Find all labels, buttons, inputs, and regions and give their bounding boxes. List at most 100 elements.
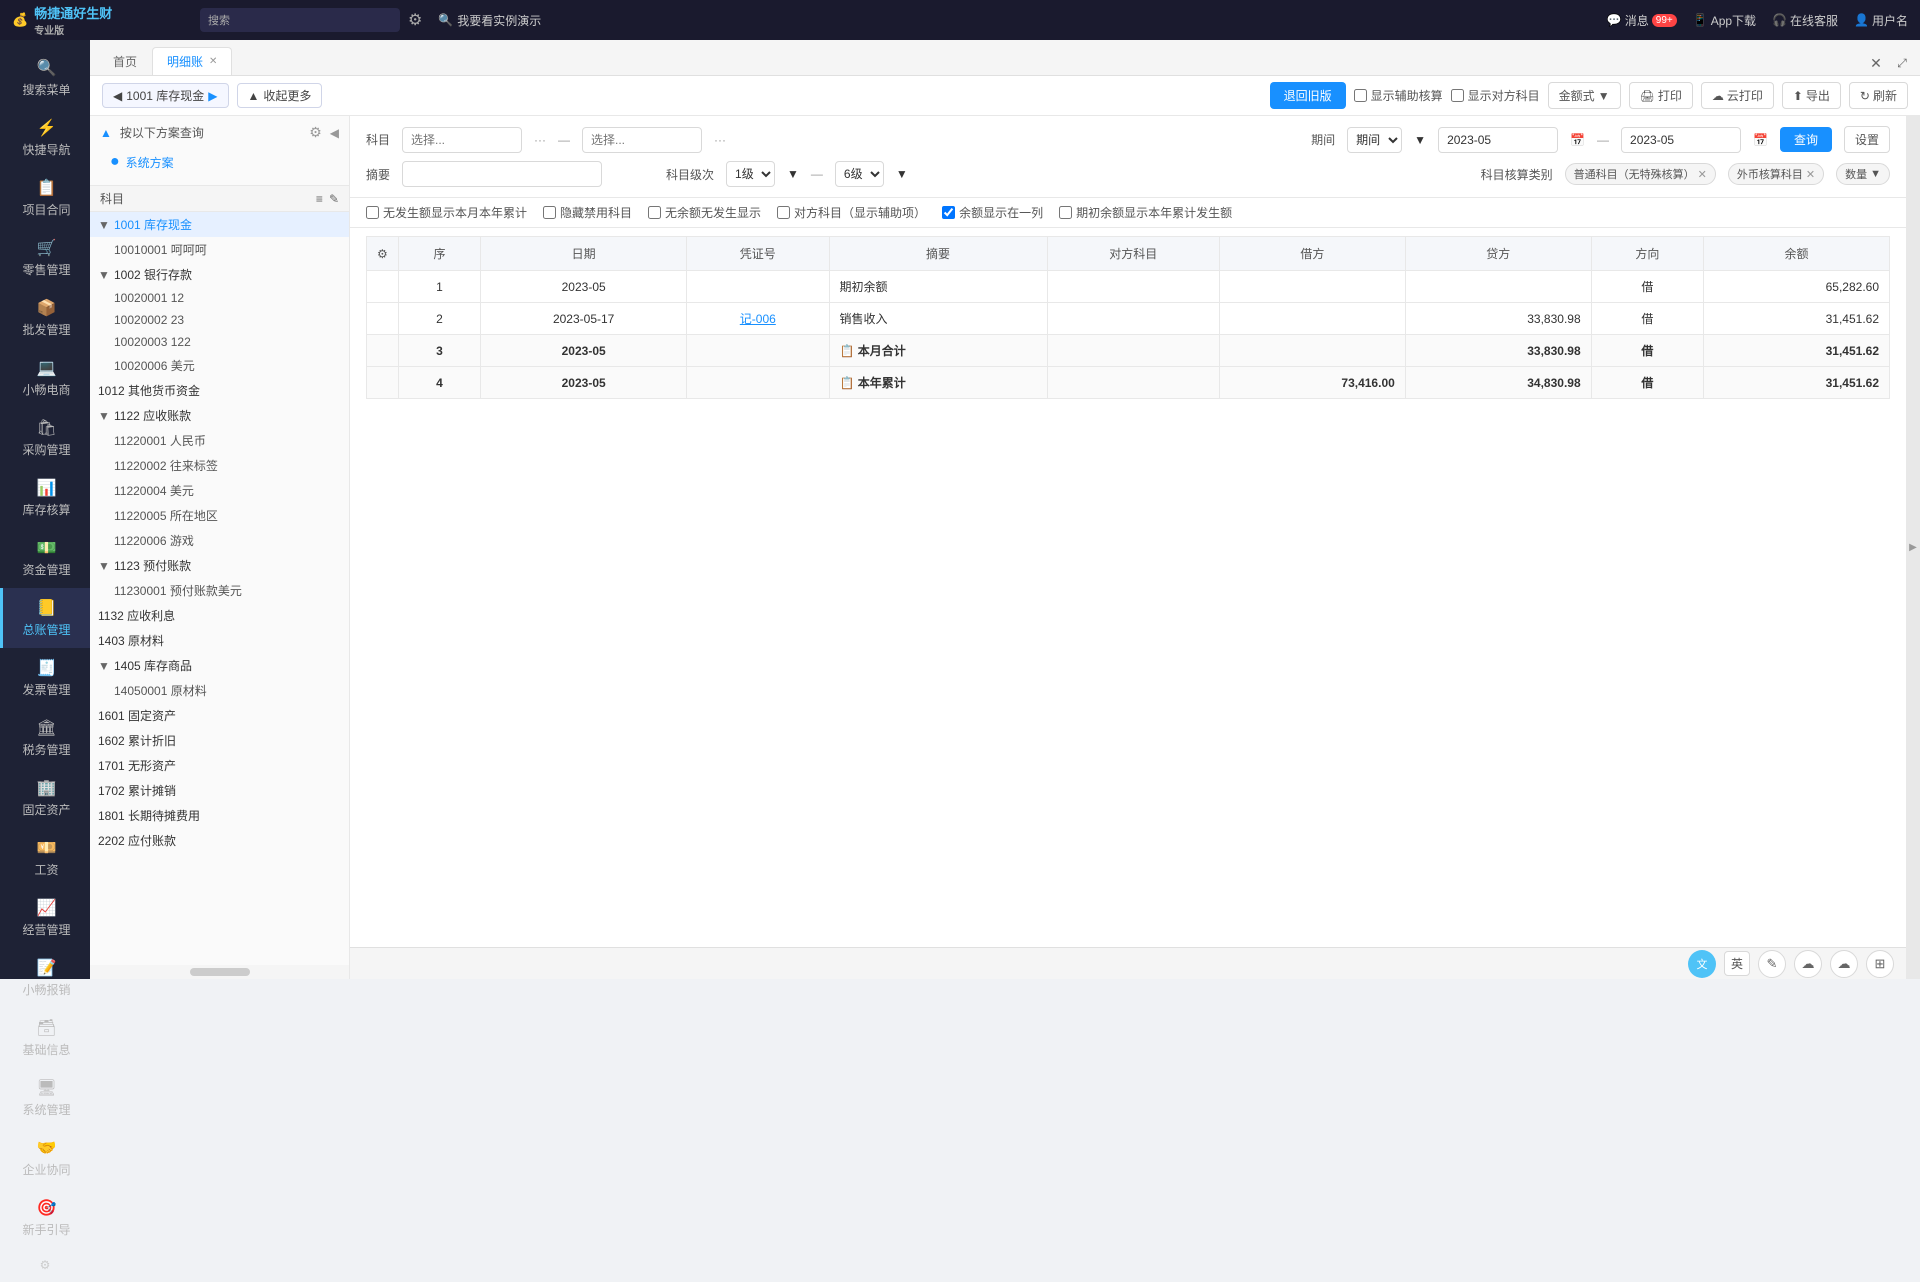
- tree-item-11220005[interactable]: 11220005 所在地区: [90, 503, 349, 528]
- cb-opening-balance[interactable]: 期初余额显示本年累计发生额: [1059, 204, 1232, 221]
- row-voucher-link[interactable]: 记-006: [687, 303, 829, 335]
- show-opposite-checkbox[interactable]: [1451, 89, 1464, 102]
- calendar-to-icon[interactable]: 📅: [1753, 133, 1768, 147]
- sidebar-item-invoice[interactable]: 🧾 发票管理: [0, 648, 90, 708]
- panel-expand-btn[interactable]: ⤢: [1892, 53, 1912, 73]
- tag-close-1[interactable]: ✕: [1698, 168, 1707, 181]
- tree-item-1601[interactable]: 1601 固定资产: [90, 703, 349, 728]
- sidebar-item-basic[interactable]: 🗃 基础信息: [0, 1008, 90, 1068]
- translate-btn[interactable]: 文: [1688, 950, 1716, 978]
- tree-item-1702[interactable]: 1702 累计摊销: [90, 778, 349, 803]
- print-btn[interactable]: 🖨 打印: [1629, 82, 1693, 109]
- tree-item-1701[interactable]: 1701 无形资产: [90, 753, 349, 778]
- settings-btn[interactable]: 设置: [1844, 126, 1890, 153]
- lang-switcher[interactable]: 英: [1724, 951, 1750, 976]
- sidebar-item-coop[interactable]: 🤝 企业协同: [0, 1128, 90, 1188]
- message-btn[interactable]: 💬 消息 99+: [1607, 12, 1677, 29]
- breadcrumb[interactable]: ◀ 1001 库存现金 ▶: [102, 83, 229, 108]
- tab-detail[interactable]: 明细账 ✕: [152, 47, 232, 75]
- tree-item-1001[interactable]: ▼ 1001 库存现金: [90, 212, 349, 237]
- cloud-print-btn[interactable]: ☁ 云打印: [1701, 82, 1774, 109]
- tree-item-1801[interactable]: 1801 长期待摊费用: [90, 803, 349, 828]
- calendar-from-icon[interactable]: 📅: [1570, 133, 1585, 147]
- show-opposite-check[interactable]: 显示对方科目: [1451, 87, 1540, 104]
- tree-item-2202[interactable]: 2202 应付账款: [90, 828, 349, 853]
- more-btn[interactable]: ▲ 收起更多: [237, 83, 323, 108]
- tree-item-10020003[interactable]: 10020003 122: [90, 331, 349, 353]
- online-service-btn[interactable]: 🎧 在线客服: [1772, 12, 1838, 29]
- cb-no-balance-input[interactable]: [648, 206, 661, 219]
- amount-format-btn[interactable]: 金额式 ▼: [1548, 82, 1621, 109]
- refresh-btn[interactable]: ↻ 刷新: [1849, 82, 1908, 109]
- level-from-select[interactable]: 1级2级3级: [726, 161, 775, 187]
- tree-item-1405[interactable]: ▼ 1405 库存商品: [90, 653, 349, 678]
- subject-to-input[interactable]: [582, 127, 702, 153]
- tree-item-1602[interactable]: 1602 累计折旧: [90, 728, 349, 753]
- sidebar-item-ops[interactable]: 📈 经营管理: [0, 888, 90, 948]
- show-aux-check[interactable]: 显示辅助核算: [1354, 87, 1443, 104]
- tree-item-1132[interactable]: 1132 应收利息: [90, 603, 349, 628]
- sidebar-item-salary[interactable]: 💴 工资: [0, 828, 90, 888]
- return-old-btn[interactable]: 退回旧版: [1270, 82, 1346, 109]
- tag-close-2[interactable]: ✕: [1806, 168, 1815, 181]
- tab-close-icon[interactable]: ✕: [209, 56, 217, 67]
- app-download-btn[interactable]: 📱 App下载: [1693, 12, 1756, 29]
- tree-item-10020001[interactable]: 10020001 12: [90, 287, 349, 309]
- right-sidebar-toggle[interactable]: ▶: [1906, 116, 1920, 979]
- sidebar-item-sales[interactable]: 📝 小畅报销: [0, 948, 90, 1008]
- settings-icon[interactable]: ⚙: [408, 10, 422, 30]
- tree-scrollbar[interactable]: [90, 965, 349, 979]
- show-aux-checkbox[interactable]: [1354, 89, 1367, 102]
- filter-settings-icon[interactable]: ⚙: [309, 124, 322, 141]
- sidebar-item-purchase[interactable]: 🛍 采购管理: [0, 408, 90, 468]
- tree-item-14050001[interactable]: 14050001 原材料: [90, 678, 349, 703]
- tree-item-10020002[interactable]: 10020002 23: [90, 309, 349, 331]
- tree-item-1002[interactable]: ▼ 1002 银行存款: [90, 262, 349, 287]
- tree-item-11220001[interactable]: 11220001 人民币: [90, 428, 349, 453]
- sidebar-item-tax[interactable]: 🏛 税务管理: [0, 708, 90, 768]
- system-plan-btn[interactable]: ● 系统方案: [100, 147, 339, 177]
- period-to-input[interactable]: [1621, 127, 1741, 153]
- user-avatar[interactable]: 👤 用户名: [1854, 12, 1908, 29]
- sidebar-item-project[interactable]: 📋 项目合同: [0, 168, 90, 228]
- tree-item-1403[interactable]: 1403 原材料: [90, 628, 349, 653]
- cb-hide-disabled-input[interactable]: [543, 206, 556, 219]
- period-from-input[interactable]: [1438, 127, 1558, 153]
- cb-opposite-input[interactable]: [777, 206, 790, 219]
- cb-no-amount[interactable]: 无发生额显示本月本年累计: [366, 204, 527, 221]
- sidebar-item-wholesale[interactable]: 📦 批发管理: [0, 288, 90, 348]
- cb-no-amount-input[interactable]: [366, 206, 379, 219]
- tree-item-11220006[interactable]: 11220006 游戏: [90, 528, 349, 553]
- sidebar-settings[interactable]: ⚙: [30, 1248, 61, 1282]
- col-settings[interactable]: ⚙: [367, 237, 399, 271]
- demo-btn[interactable]: 🔍 我要看实例演示: [438, 12, 541, 29]
- cb-opening-balance-input[interactable]: [1059, 206, 1072, 219]
- tree-item-1012[interactable]: 1012 其他货币资金: [90, 378, 349, 403]
- cloud-btn2[interactable]: ☁: [1830, 950, 1858, 978]
- edit-btn[interactable]: ✎: [1758, 950, 1786, 978]
- cb-opposite[interactable]: 对方科目（显示辅助项）: [777, 204, 926, 221]
- filter-collapse-btn[interactable]: ◀: [330, 126, 339, 140]
- sidebar-item-capital[interactable]: 💵 资金管理: [0, 528, 90, 588]
- sidebar-item-search[interactable]: 🔍 搜索菜单: [0, 48, 90, 108]
- tab-home[interactable]: 首页: [98, 47, 152, 75]
- tree-item-11230001[interactable]: 11230001 预付账款美元: [90, 578, 349, 603]
- tree-item-11220002[interactable]: 11220002 往来标签: [90, 453, 349, 478]
- tree-item-1122[interactable]: ▼ 1122 应收账款: [90, 403, 349, 428]
- sidebar-item-shortcut[interactable]: ⚡ 快捷导航: [0, 108, 90, 168]
- cb-balance-one-col[interactable]: 余额显示在一列: [942, 204, 1043, 221]
- sidebar-item-retail[interactable]: 🛒 零售管理: [0, 228, 90, 288]
- tree-item-11220004[interactable]: 11220004 美元: [90, 478, 349, 503]
- sidebar-item-ledger[interactable]: 📒 总账管理: [0, 588, 90, 648]
- tag-dropdown-3[interactable]: ▼: [1870, 168, 1881, 180]
- cb-balance-one-col-input[interactable]: [942, 206, 955, 219]
- cb-hide-disabled[interactable]: 隐藏禁用科目: [543, 204, 632, 221]
- sidebar-item-guide[interactable]: 🎯 新手引导: [0, 1188, 90, 1248]
- export-btn[interactable]: ⬆ 导出: [1782, 82, 1841, 109]
- panel-close-btn[interactable]: ✕: [1864, 51, 1888, 75]
- tree-expand-all-icon[interactable]: ≡: [316, 192, 323, 206]
- level-to-select[interactable]: 6级5级4级: [835, 161, 884, 187]
- tree-add-icon[interactable]: ✎: [329, 192, 339, 206]
- subject-from-input[interactable]: [402, 127, 522, 153]
- query-btn[interactable]: 查询: [1780, 127, 1832, 152]
